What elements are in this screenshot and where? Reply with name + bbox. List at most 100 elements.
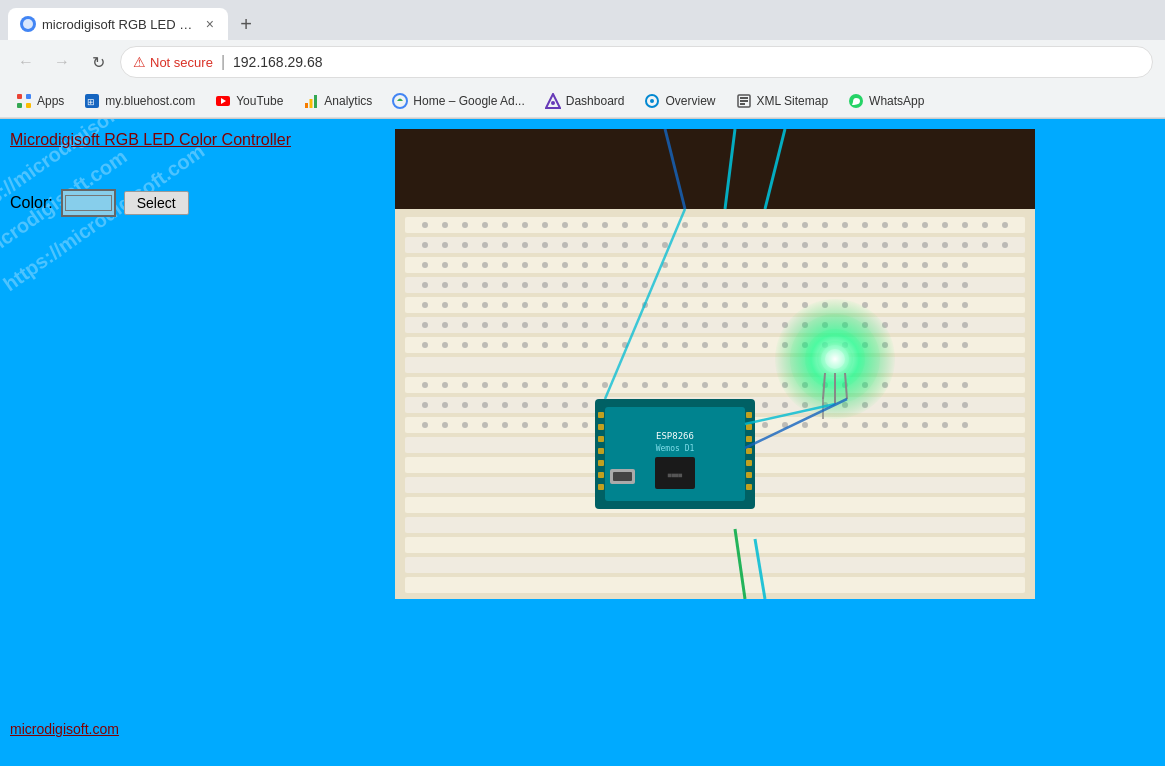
- bookmark-apps[interactable]: Apps: [8, 89, 72, 113]
- svg-point-55: [642, 222, 648, 228]
- svg-point-244: [422, 382, 428, 388]
- color-picker-input[interactable]: [61, 189, 116, 217]
- svg-point-76: [462, 242, 468, 248]
- svg-point-140: [582, 282, 588, 288]
- forward-button[interactable]: →: [48, 48, 76, 76]
- svg-point-70: [942, 222, 948, 228]
- svg-point-131: [962, 262, 968, 268]
- bookmark-homeads-label: Home – Google Ad...: [413, 94, 524, 108]
- svg-point-59: [722, 222, 728, 228]
- svg-point-134: [462, 282, 468, 288]
- svg-rect-336: [613, 472, 632, 481]
- svg-point-155: [882, 282, 888, 288]
- svg-point-233: [762, 342, 768, 348]
- svg-rect-11: [314, 95, 317, 108]
- apps-icon: [16, 93, 32, 109]
- bookmark-overview[interactable]: Overview: [636, 89, 723, 113]
- svg-rect-340: [598, 448, 604, 454]
- svg-point-259: [722, 382, 728, 388]
- svg-rect-341: [598, 460, 604, 466]
- bookmark-homeads[interactable]: Home – Google Ad...: [384, 89, 532, 113]
- svg-point-307: [562, 422, 568, 428]
- svg-point-144: [662, 282, 668, 288]
- svg-point-225: [602, 342, 608, 348]
- svg-point-63: [802, 222, 808, 228]
- svg-point-276: [502, 402, 508, 408]
- svg-point-170: [622, 302, 628, 308]
- svg-rect-4: [26, 103, 31, 108]
- svg-point-301: [442, 422, 448, 428]
- select-button[interactable]: Select: [124, 191, 189, 215]
- address-input[interactable]: ⚠ Not secure | 192.168.29.68: [120, 46, 1153, 78]
- bookmark-youtube[interactable]: YouTube: [207, 89, 291, 113]
- bookmark-apps-label: Apps: [37, 94, 64, 108]
- led-image-container: ESP8266 Wemos D1: [395, 129, 1035, 599]
- svg-rect-1: [17, 94, 22, 99]
- active-tab[interactable]: microdigisoft RGB LED Color Con... ×: [8, 8, 228, 40]
- bookmark-dashboard[interactable]: Dashboard: [537, 89, 633, 113]
- svg-point-303: [482, 422, 488, 428]
- bookmark-analytics-label: Analytics: [324, 94, 372, 108]
- svg-point-52: [582, 222, 588, 228]
- svg-point-308: [582, 422, 588, 428]
- svg-point-197: [602, 322, 608, 328]
- svg-text:■■■■: ■■■■: [668, 471, 683, 478]
- svg-point-120: [742, 262, 748, 268]
- svg-point-92: [782, 242, 788, 248]
- svg-point-83: [602, 242, 608, 248]
- svg-point-137: [522, 282, 528, 288]
- bookmark-xmlsitemap[interactable]: XML Sitemap: [728, 89, 837, 113]
- svg-point-100: [942, 242, 948, 248]
- svg-point-0: [23, 19, 33, 29]
- svg-point-271: [962, 382, 968, 388]
- tab-close-button[interactable]: ×: [204, 14, 216, 34]
- svg-point-62: [782, 222, 788, 228]
- refresh-button[interactable]: ↻: [84, 48, 112, 76]
- svg-rect-31: [405, 337, 1025, 353]
- new-tab-button[interactable]: +: [232, 10, 260, 38]
- security-warning: ⚠ Not secure: [133, 54, 213, 70]
- address-url: 192.168.29.68: [233, 54, 1140, 70]
- svg-point-47: [482, 222, 488, 228]
- svg-point-268: [902, 382, 908, 388]
- svg-point-112: [582, 262, 588, 268]
- svg-point-88: [702, 242, 708, 248]
- svg-point-110: [542, 262, 548, 268]
- svg-point-164: [502, 302, 508, 308]
- svg-point-133: [442, 282, 448, 288]
- svg-point-143: [642, 282, 648, 288]
- svg-point-113: [602, 262, 608, 268]
- svg-point-152: [822, 282, 828, 288]
- svg-point-56: [662, 222, 668, 228]
- svg-point-166: [542, 302, 548, 308]
- svg-point-251: [562, 382, 568, 388]
- svg-rect-20: [740, 103, 745, 105]
- svg-point-95: [842, 242, 848, 248]
- svg-point-188: [422, 322, 428, 328]
- page-title-link[interactable]: Microdigisoft RGB LED Color Controller: [10, 131, 291, 149]
- svg-point-290: [782, 402, 788, 408]
- svg-point-213: [922, 322, 928, 328]
- svg-point-245: [442, 382, 448, 388]
- svg-rect-27: [405, 257, 1025, 273]
- bookmark-bluehost[interactable]: ⊞ my.bluehost.com: [76, 89, 203, 113]
- svg-point-58: [702, 222, 708, 228]
- svg-point-51: [562, 222, 568, 228]
- svg-point-196: [582, 322, 588, 328]
- svg-point-104: [422, 262, 428, 268]
- svg-point-103: [1002, 242, 1008, 248]
- svg-rect-26: [405, 237, 1025, 253]
- bookmark-whatsapp[interactable]: WhatsApp: [840, 89, 932, 113]
- svg-rect-342: [598, 472, 604, 478]
- svg-point-146: [702, 282, 708, 288]
- svg-point-65: [842, 222, 848, 228]
- svg-point-174: [702, 302, 708, 308]
- svg-point-253: [602, 382, 608, 388]
- back-button[interactable]: ←: [12, 48, 40, 76]
- svg-point-254: [622, 382, 628, 388]
- svg-point-64: [822, 222, 828, 228]
- bookmark-analytics[interactable]: Analytics: [295, 89, 380, 113]
- footer-link[interactable]: microdigisoft.com: [10, 721, 119, 737]
- svg-point-48: [502, 222, 508, 228]
- svg-point-141: [602, 282, 608, 288]
